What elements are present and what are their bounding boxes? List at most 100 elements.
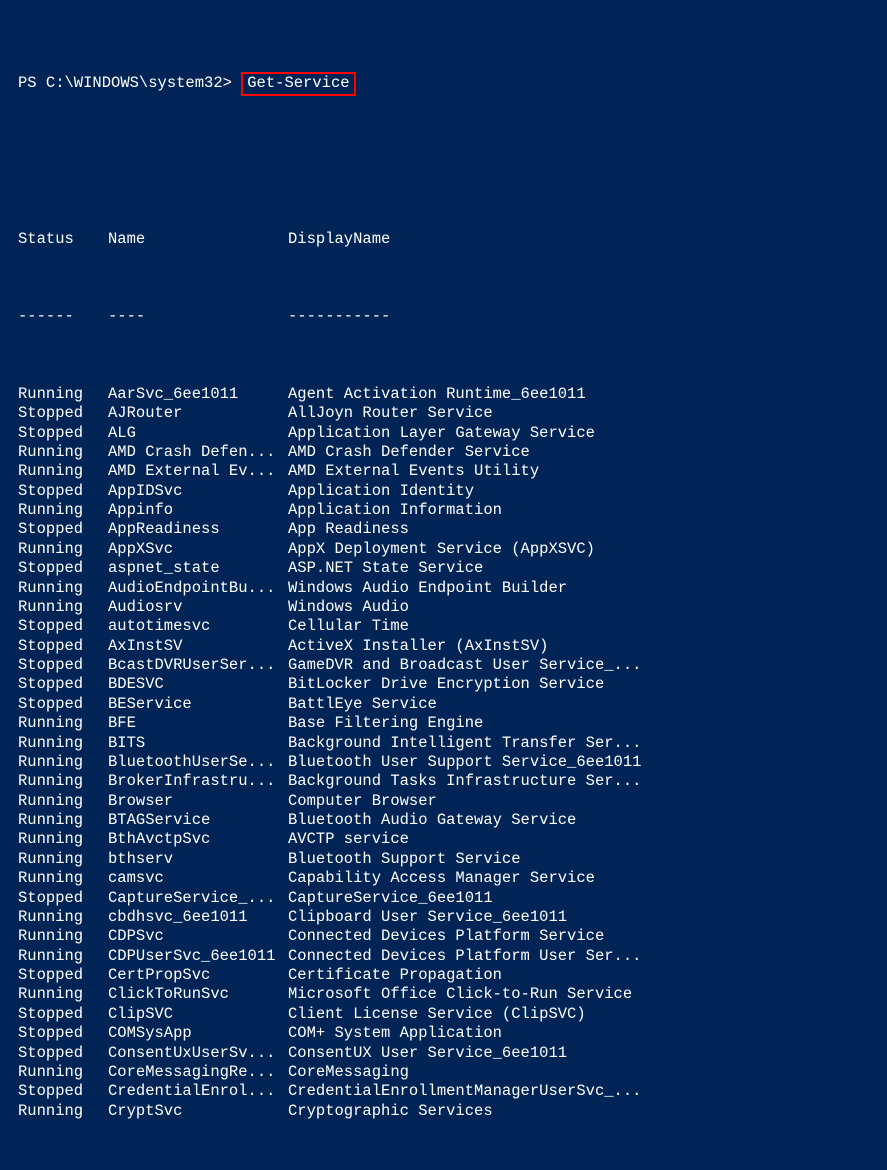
cell-display: Background Tasks Infrastructure Ser... <box>288 772 869 791</box>
cell-display: BitLocker Drive Encryption Service <box>288 675 869 694</box>
table-row: RunningCDPUserSvc_6ee1011Connected Devic… <box>18 947 869 966</box>
cell-display: Windows Audio Endpoint Builder <box>288 579 869 598</box>
cell-name: AppReadiness <box>108 520 288 539</box>
cell-status: Running <box>18 869 108 888</box>
header-status: Status <box>18 230 108 249</box>
cell-display: Application Layer Gateway Service <box>288 424 869 443</box>
cell-name: BcastDVRUserSer... <box>108 656 288 675</box>
cell-status: Stopped <box>18 1082 108 1101</box>
cell-name: Appinfo <box>108 501 288 520</box>
cell-display: AMD External Events Utility <box>288 462 869 481</box>
command-highlight: Get-Service <box>241 72 355 95</box>
cell-status: Stopped <box>18 1044 108 1063</box>
cell-status: Stopped <box>18 637 108 656</box>
table-row: StoppedAJRouterAllJoyn Router Service <box>18 404 869 423</box>
table-row: StoppedautotimesvcCellular Time <box>18 617 869 636</box>
cell-display: GameDVR and Broadcast User Service_... <box>288 656 869 675</box>
cell-name: CaptureService_... <box>108 889 288 908</box>
cell-status: Running <box>18 830 108 849</box>
cell-status: Running <box>18 772 108 791</box>
prompt-line: PS C:\WINDOWS\system32> Get-Service <box>18 72 869 95</box>
cell-name: ConsentUxUserSv... <box>108 1044 288 1063</box>
table-row: RunningBITSBackground Intelligent Transf… <box>18 734 869 753</box>
cell-name: CDPUserSvc_6ee1011 <box>108 947 288 966</box>
cell-status: Running <box>18 1063 108 1082</box>
table-row: StoppedAxInstSVActiveX Installer (AxInst… <box>18 637 869 656</box>
cell-display: BattlEye Service <box>288 695 869 714</box>
cell-name: aspnet_state <box>108 559 288 578</box>
cell-status: Stopped <box>18 404 108 423</box>
cell-name: CredentialEnrol... <box>108 1082 288 1101</box>
table-row: RunningBrokerInfrastru...Background Task… <box>18 772 869 791</box>
header-display: DisplayName <box>288 230 869 249</box>
cell-name: AMD Crash Defen... <box>108 443 288 462</box>
cell-display: Bluetooth Support Service <box>288 850 869 869</box>
cell-status: Stopped <box>18 617 108 636</box>
table-header: Status Name DisplayName <box>18 230 869 249</box>
cell-display: Clipboard User Service_6ee1011 <box>288 908 869 927</box>
cell-name: BDESVC <box>108 675 288 694</box>
cell-status: Running <box>18 385 108 404</box>
cell-status: Running <box>18 540 108 559</box>
cell-name: BTAGService <box>108 811 288 830</box>
cell-display: Connected Devices Platform Service <box>288 927 869 946</box>
table-separator: ------ ---- ----------- <box>18 307 869 326</box>
table-row: RunningAarSvc_6ee1011Agent Activation Ru… <box>18 385 869 404</box>
powershell-terminal[interactable]: PS C:\WINDOWS\system32> Get-Service Stat… <box>0 0 887 1170</box>
cell-status: Stopped <box>18 889 108 908</box>
cell-display: ConsentUX User Service_6ee1011 <box>288 1044 869 1063</box>
cell-name: autotimesvc <box>108 617 288 636</box>
table-row: RunningCryptSvcCryptographic Services <box>18 1102 869 1121</box>
cell-status: Stopped <box>18 424 108 443</box>
cell-status: Running <box>18 598 108 617</box>
table-row: RunningAudioEndpointBu...Windows Audio E… <box>18 579 869 598</box>
cell-name: AarSvc_6ee1011 <box>108 385 288 404</box>
cell-display: Application Identity <box>288 482 869 501</box>
cell-name: AJRouter <box>108 404 288 423</box>
table-row: StoppedAppReadinessApp Readiness <box>18 520 869 539</box>
table-row: RunningBthAvctpSvcAVCTP service <box>18 830 869 849</box>
sep-display: ----------- <box>288 307 869 326</box>
table-row: StoppedCaptureService_...CaptureService_… <box>18 889 869 908</box>
cell-name: ALG <box>108 424 288 443</box>
cell-display: Cryptographic Services <box>288 1102 869 1121</box>
cell-name: AppXSvc <box>108 540 288 559</box>
cell-status: Running <box>18 579 108 598</box>
cell-status: Stopped <box>18 559 108 578</box>
cell-name: CoreMessagingRe... <box>108 1063 288 1082</box>
table-row: RunningBluetoothUserSe...Bluetooth User … <box>18 753 869 772</box>
cell-display: ASP.NET State Service <box>288 559 869 578</box>
cell-name: AudioEndpointBu... <box>108 579 288 598</box>
cell-display: AMD Crash Defender Service <box>288 443 869 462</box>
table-row: RunningCoreMessagingRe...CoreMessaging <box>18 1063 869 1082</box>
cell-display: Application Information <box>288 501 869 520</box>
cell-status: Stopped <box>18 695 108 714</box>
cell-name: cbdhsvc_6ee1011 <box>108 908 288 927</box>
cell-status: Stopped <box>18 966 108 985</box>
cell-status: Running <box>18 947 108 966</box>
table-row: RunningAppinfoApplication Information <box>18 501 869 520</box>
table-body: RunningAarSvc_6ee1011Agent Activation Ru… <box>18 385 869 1121</box>
cell-display: AVCTP service <box>288 830 869 849</box>
cell-status: Stopped <box>18 482 108 501</box>
cell-display: Bluetooth Audio Gateway Service <box>288 811 869 830</box>
table-row: RunningAppXSvcAppX Deployment Service (A… <box>18 540 869 559</box>
cell-display: App Readiness <box>288 520 869 539</box>
cell-display: COM+ System Application <box>288 1024 869 1043</box>
table-row: RunningAMD Crash Defen...AMD Crash Defen… <box>18 443 869 462</box>
cell-display: Background Intelligent Transfer Ser... <box>288 734 869 753</box>
cell-status: Stopped <box>18 520 108 539</box>
cell-status: Running <box>18 1102 108 1121</box>
cell-display: Capability Access Manager Service <box>288 869 869 888</box>
cell-name: BEService <box>108 695 288 714</box>
cell-display: Cellular Time <box>288 617 869 636</box>
cell-name: Browser <box>108 792 288 811</box>
table-row: StoppedALGApplication Layer Gateway Serv… <box>18 424 869 443</box>
cell-display: Microsoft Office Click-to-Run Service <box>288 985 869 1004</box>
cell-status: Running <box>18 792 108 811</box>
table-row: StoppedClipSVCClient License Service (Cl… <box>18 1005 869 1024</box>
cell-display: CoreMessaging <box>288 1063 869 1082</box>
cell-status: Running <box>18 811 108 830</box>
cell-status: Running <box>18 850 108 869</box>
cell-display: Bluetooth User Support Service_6ee1011 <box>288 753 869 772</box>
